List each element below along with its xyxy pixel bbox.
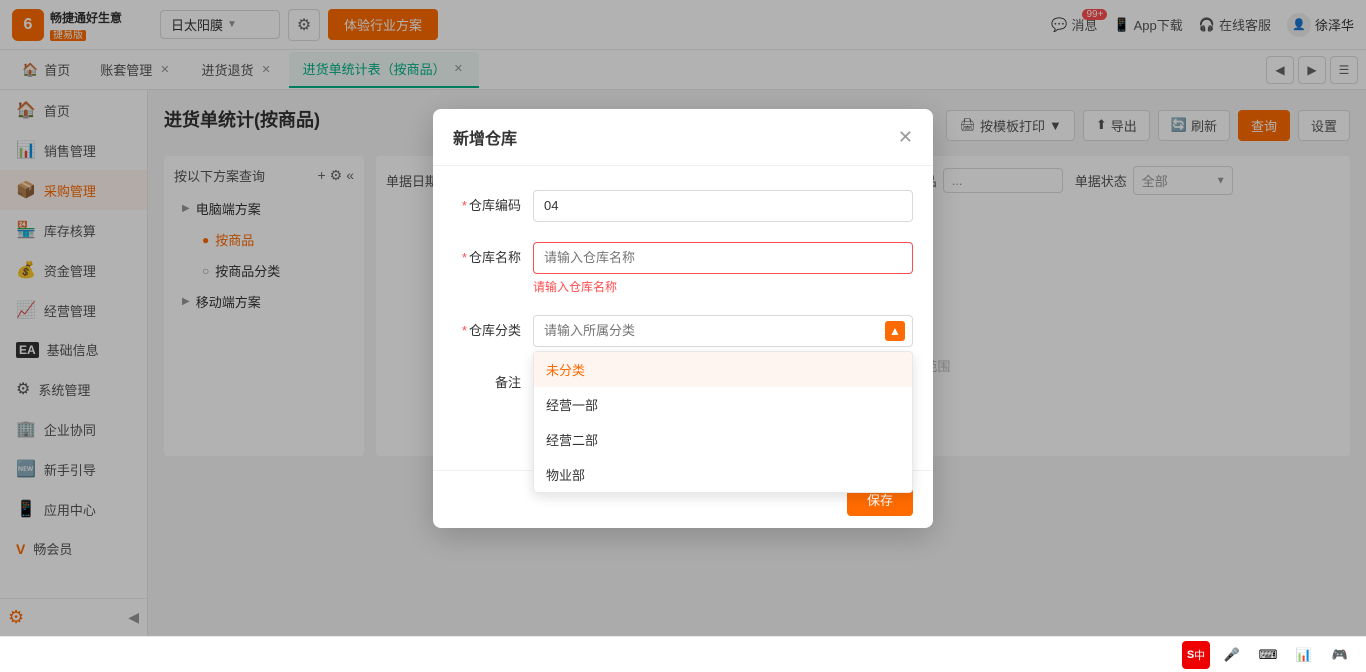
category-label: 仓库分类 xyxy=(453,315,533,347)
name-error-message: 请输入仓库名称 xyxy=(533,278,913,295)
dropdown-item-dept2[interactable]: 经营二部 xyxy=(534,422,912,457)
category-field-row: 仓库分类 ▲ 未分类 经营一部 经营二部 物业部 xyxy=(453,315,913,347)
modal-overlay: 新增仓库 ✕ 仓库编码 仓库名称 请输入仓库名称 仓库分类 xyxy=(0,0,1366,636)
sougou-icon[interactable]: S 中 xyxy=(1182,641,1210,669)
name-input[interactable] xyxy=(533,242,913,274)
category-toggle-button[interactable]: ▲ xyxy=(885,321,905,341)
category-control: ▲ 未分类 经营一部 经营二部 物业部 xyxy=(533,315,913,347)
code-label: 仓库编码 xyxy=(453,190,533,222)
category-dropdown: 未分类 经营一部 经营二部 物业部 xyxy=(533,351,913,493)
chart-bar-icon[interactable]: 📊 xyxy=(1290,641,1318,669)
gamepad-icon[interactable]: 🎮 xyxy=(1326,641,1354,669)
modal-body: 仓库编码 仓库名称 请输入仓库名称 仓库分类 ▲ xyxy=(433,166,933,470)
category-input[interactable] xyxy=(533,315,913,347)
microphone-icon[interactable]: 🎤 xyxy=(1218,641,1246,669)
code-field-row: 仓库编码 xyxy=(453,190,913,222)
code-input[interactable] xyxy=(533,190,913,222)
dropdown-item-uncategorized[interactable]: 未分类 xyxy=(534,352,912,387)
modal-close-button[interactable]: ✕ xyxy=(898,128,913,146)
name-label: 仓库名称 xyxy=(453,242,533,274)
category-select-wrapper: ▲ xyxy=(533,315,913,347)
keyboard-icon[interactable]: ⌨ xyxy=(1254,641,1282,669)
modal-header: 新增仓库 ✕ xyxy=(433,109,933,166)
dropdown-item-dept1[interactable]: 经营一部 xyxy=(534,387,912,422)
name-control: 请输入仓库名称 xyxy=(533,242,913,295)
notes-label: 备注 xyxy=(453,367,533,399)
dropdown-item-property[interactable]: 物业部 xyxy=(534,457,912,492)
code-control xyxy=(533,190,913,222)
new-warehouse-modal: 新增仓库 ✕ 仓库编码 仓库名称 请输入仓库名称 仓库分类 xyxy=(433,109,933,528)
modal-title: 新增仓库 xyxy=(453,125,517,149)
bottom-bar: S 中 🎤 ⌨ 📊 🎮 xyxy=(0,636,1366,672)
name-field-row: 仓库名称 请输入仓库名称 xyxy=(453,242,913,295)
